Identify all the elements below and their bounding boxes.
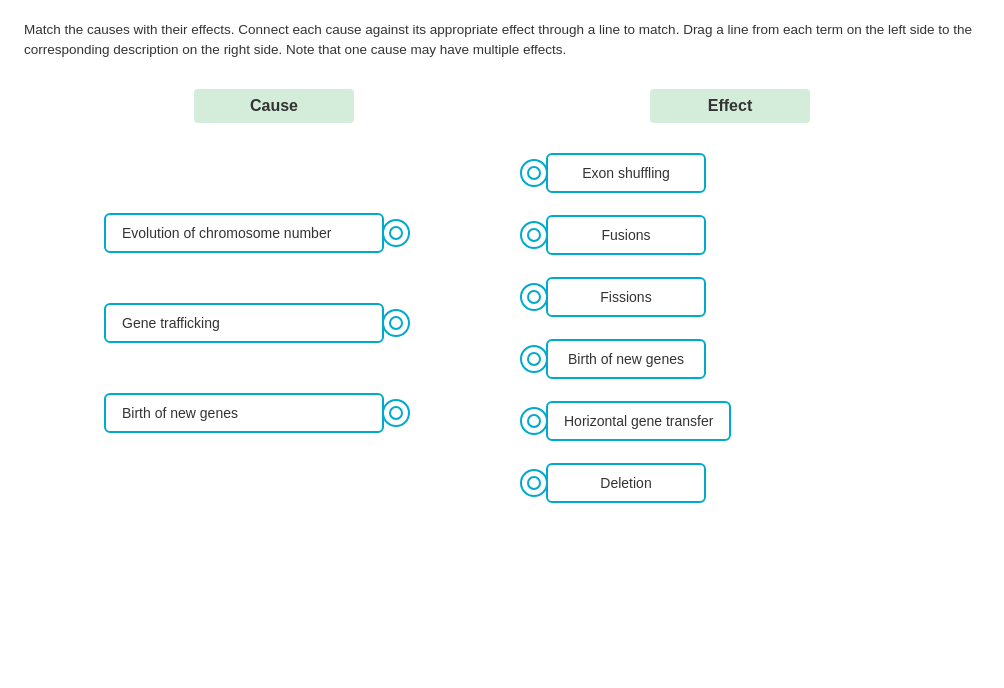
effect-label-6: Deletion xyxy=(600,475,651,491)
matching-container: Cause Evolution of chromosome number Gen… xyxy=(24,89,980,525)
cause-connector-2[interactable] xyxy=(382,309,410,337)
effect-connector-6[interactable] xyxy=(520,469,548,497)
effect-connector-3[interactable] xyxy=(520,283,548,311)
effect-items-list: Exon shuffling Fusions Fissions xyxy=(520,153,940,525)
effect-label-5: Horizontal gene transfer xyxy=(564,413,713,429)
effect-label-4: Birth of new genes xyxy=(568,351,684,367)
effect-connector-inner-2 xyxy=(527,228,541,242)
effect-item-2: Fusions xyxy=(520,215,910,255)
cause-connector-inner-1 xyxy=(389,226,403,240)
cause-item-3: Birth of new genes xyxy=(104,393,484,433)
effect-item-6: Deletion xyxy=(520,463,910,503)
cause-header: Cause xyxy=(64,89,484,123)
cause-label-3: Birth of new genes xyxy=(122,405,238,421)
effect-box-6: Deletion xyxy=(546,463,706,503)
effect-box-3: Fissions xyxy=(546,277,706,317)
effect-item-5: Horizontal gene transfer xyxy=(520,401,910,441)
effect-connector-inner-5 xyxy=(527,414,541,428)
cause-item-1: Evolution of chromosome number xyxy=(104,213,484,253)
effect-item-3: Fissions xyxy=(520,277,910,317)
effect-box-5: Horizontal gene transfer xyxy=(546,401,731,441)
effect-item-4: Birth of new genes xyxy=(520,339,910,379)
effect-header: Effect xyxy=(520,89,940,123)
cause-item-2: Gene trafficking xyxy=(104,303,484,343)
cause-connector-inner-3 xyxy=(389,406,403,420)
effect-item-1: Exon shuffling xyxy=(520,153,910,193)
effect-connector-inner-6 xyxy=(527,476,541,490)
effect-box-4: Birth of new genes xyxy=(546,339,706,379)
cause-connector-1[interactable] xyxy=(382,219,410,247)
effect-column: Effect Exon shuffling Fusions xyxy=(520,89,940,525)
cause-connector-inner-2 xyxy=(389,316,403,330)
effect-connector-inner-1 xyxy=(527,166,541,180)
effect-connector-5[interactable] xyxy=(520,407,548,435)
cause-connector-3[interactable] xyxy=(382,399,410,427)
effect-label-1: Exon shuffling xyxy=(582,165,670,181)
cause-box-2: Gene trafficking xyxy=(104,303,384,343)
effect-connector-inner-4 xyxy=(527,352,541,366)
effect-connector-inner-3 xyxy=(527,290,541,304)
cause-items-list: Evolution of chromosome number Gene traf… xyxy=(64,213,484,483)
effect-connector-1[interactable] xyxy=(520,159,548,187)
cause-label-2: Gene trafficking xyxy=(122,315,220,331)
effect-label-2: Fusions xyxy=(601,227,650,243)
cause-header-box: Cause xyxy=(194,89,354,123)
effect-box-1: Exon shuffling xyxy=(546,153,706,193)
effect-connector-2[interactable] xyxy=(520,221,548,249)
cause-box-1: Evolution of chromosome number xyxy=(104,213,384,253)
cause-box-3: Birth of new genes xyxy=(104,393,384,433)
instructions-text: Match the causes with their effects. Con… xyxy=(24,20,980,61)
cause-label-1: Evolution of chromosome number xyxy=(122,225,331,241)
effect-header-box: Effect xyxy=(650,89,810,123)
effect-connector-4[interactable] xyxy=(520,345,548,373)
effect-label-3: Fissions xyxy=(600,289,651,305)
cause-column: Cause Evolution of chromosome number Gen… xyxy=(64,89,484,483)
effect-box-2: Fusions xyxy=(546,215,706,255)
